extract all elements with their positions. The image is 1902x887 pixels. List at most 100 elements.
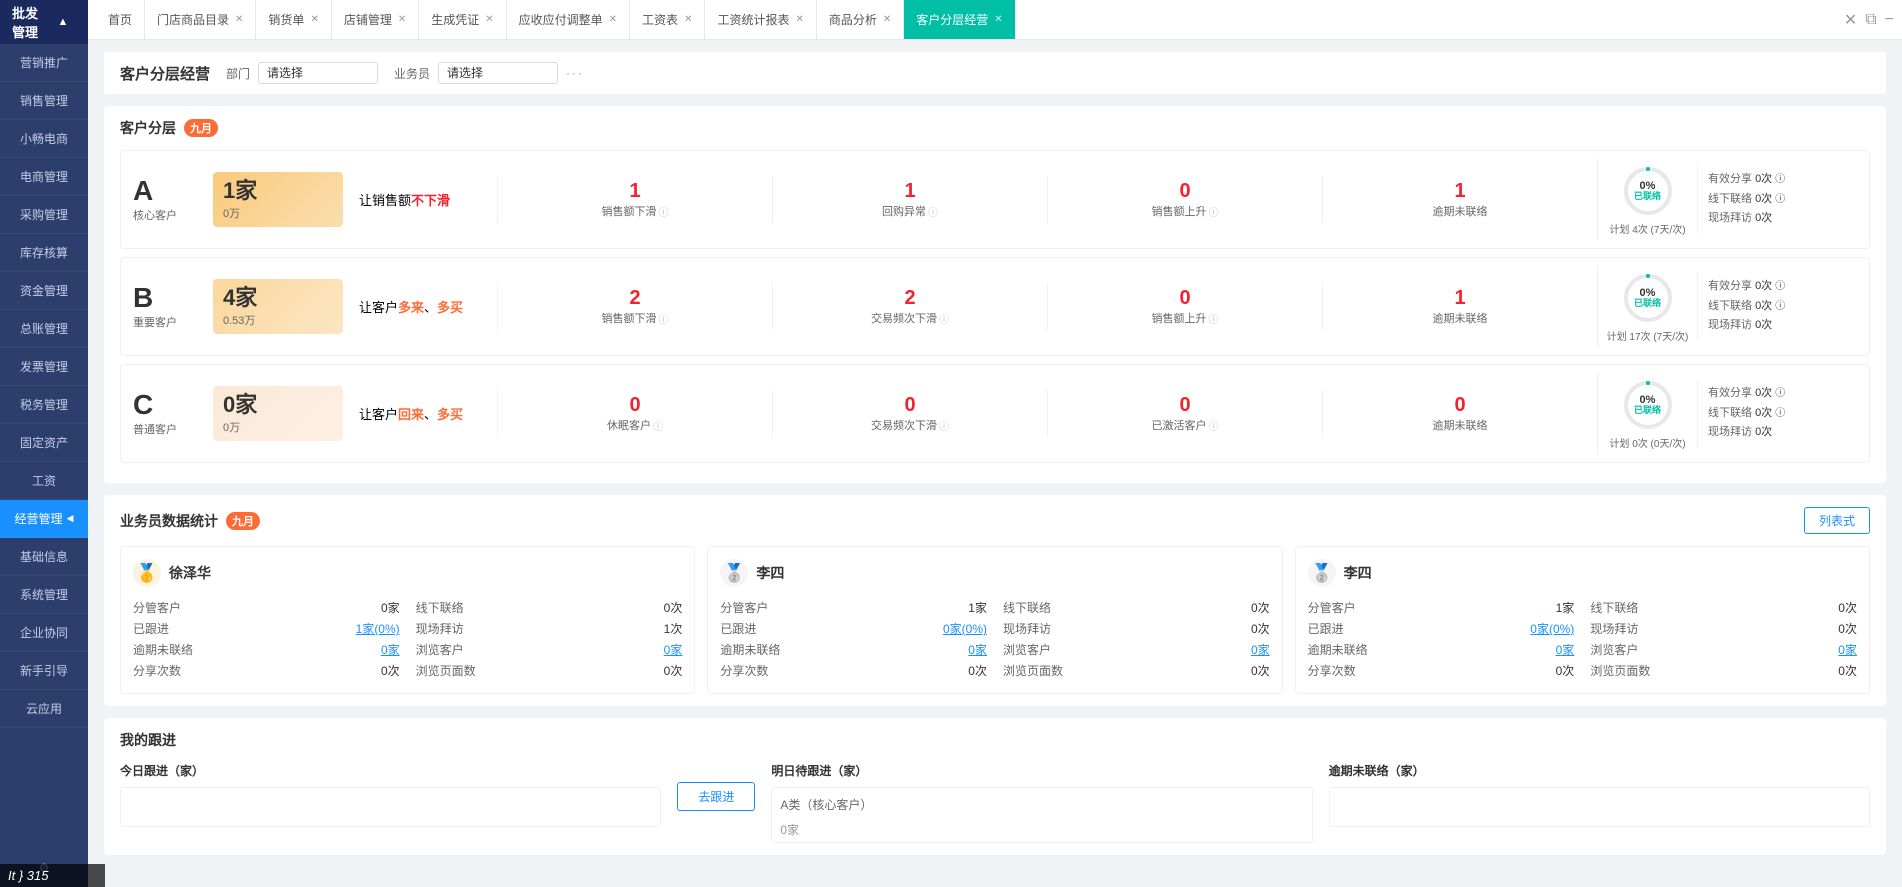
info-icon[interactable]: ⓘ [1209,204,1219,219]
tier-A-stat-0[interactable]: 1 销售额下滑 ⓘ [497,176,772,223]
sidebar-item-zijin[interactable]: 资金管理 [0,272,88,310]
tier-C-stat-2[interactable]: 0 已激活客户 ⓘ [1047,390,1322,437]
info-icon[interactable]: ⓘ [1775,408,1785,419]
sidebar-item-caigou[interactable]: 采购管理 [0,196,88,234]
tab-close-icon[interactable]: ✕ [994,14,1002,25]
sidebar-logo[interactable]: 批发管理 ▲ [0,0,88,44]
tier-B-stat-2[interactable]: 0 销售额上升 ⓘ [1047,283,1322,330]
tier-B-stat-1[interactable]: 2 交易频次下滑 ⓘ [772,283,1047,330]
sidebar-item-label: 销售管理 [20,94,68,108]
info-icon[interactable]: ⓘ [659,204,669,219]
tab-payable[interactable]: 应收应付调整单 ✕ [507,0,630,40]
sidebar-item-jingying[interactable]: 经营管理 ◀ [0,500,88,538]
tab-close-icon[interactable]: ✕ [235,14,243,25]
medal-silver-icon: 🥈 [1308,559,1336,587]
tier-A-stat-2[interactable]: 0 销售额上升 ⓘ [1047,176,1322,223]
stat-val-link[interactable]: 0家 [381,641,400,658]
more-filters-icon[interactable]: ··· [566,66,584,80]
sidebar-item-kucun[interactable]: 库存核算 [0,234,88,272]
A-tier-label: A类（核心客户） [772,788,1311,821]
tab-close-icon[interactable]: ✕ [795,14,803,25]
tier-B-count-box[interactable]: 4家 0.53万 [213,279,343,333]
tab-close-icon[interactable]: ✕ [310,14,318,25]
dept-select[interactable]: 请选择 [258,62,378,84]
tab-salary[interactable]: 工资表 ✕ [630,0,705,40]
biz-grid: 🥇 徐泽华 分管客户 0家 已跟进 1家(0%) [120,546,1870,694]
stat-label: 销售额下滑 ⓘ [506,203,764,219]
restore-window-icon[interactable]: ⧉ [1865,11,1876,29]
list-view-button[interactable]: 列表式 [1804,507,1870,534]
stat-val-link[interactable]: 0家 [1838,641,1857,658]
tab-label: 生成凭证 [431,11,479,28]
biz-stat-row: 已跟进 0家(0%) [720,618,987,639]
sidebar-item-xinshou[interactable]: 新手引导 [0,652,88,690]
sidebar-item-zongle[interactable]: 总账管理 [0,310,88,348]
info-icon[interactable]: ⓘ [1775,301,1785,312]
tier-C-stat-3[interactable]: 0 逾期未联络 [1322,390,1597,437]
tab-close-icon[interactable]: ✕ [398,14,406,25]
biz-stat-row: 线下联络 0次 [1590,597,1857,618]
info-icon[interactable]: ⓘ [939,311,949,326]
tab-close-icon[interactable]: ✕ [609,14,617,25]
info-icon[interactable]: ⓘ [928,204,938,219]
stat-val-link[interactable]: 0家 [1556,641,1575,658]
sidebar-item-jichu[interactable]: 基础信息 [0,538,88,576]
tier-C-stat-0[interactable]: 0 休眠客户 ⓘ [497,390,772,437]
sidebar-item-qiye[interactable]: 企业协同 [0,614,88,652]
info-icon[interactable]: ⓘ [939,418,949,433]
tab-close-icon[interactable]: ✕ [485,14,493,25]
tab-voucher[interactable]: 生成凭证 ✕ [419,0,506,40]
info-icon[interactable]: ⓘ [653,418,663,433]
tier-B-stat-0[interactable]: 2 销售额下滑 ⓘ [497,283,772,330]
tier-A-stat-3[interactable]: 1 逾期未联络 [1322,176,1597,223]
stat-num: 0 [1331,394,1589,417]
stat-val-link[interactable]: 0家 [664,641,683,658]
stat-val-link[interactable]: 1家(0%) [356,620,400,637]
info-icon[interactable]: ⓘ [1775,388,1785,399]
tab-goods[interactable]: 门店商品目录 ✕ [145,0,256,40]
tab-salaryreport[interactable]: 工资统计报表 ✕ [705,0,816,40]
tab-close-icon[interactable]: ✕ [883,14,891,25]
tab-analysis[interactable]: 商品分析 ✕ [817,0,904,40]
close-window-icon[interactable]: ✕ [1844,10,1857,30]
stat-val-link[interactable]: 0家(0%) [943,620,987,637]
tier-C-count-box[interactable]: 0家 0万 [213,386,343,440]
sidebar-item-fapiao[interactable]: 发票管理 [0,348,88,386]
stat-val-link[interactable]: 0家(0%) [1530,620,1574,637]
sales-select[interactable]: 请选择 [438,62,558,84]
sidebar-item-dianshang[interactable]: 电商管理 [0,158,88,196]
info-icon[interactable]: ⓘ [1775,194,1785,205]
info-icon[interactable]: ⓘ [659,311,669,326]
stat-val-link[interactable]: 0家 [968,641,987,658]
biz-section: 业务员数据统计 九月 列表式 🥇 徐泽华 分管客户 [104,495,1886,706]
sidebar-item-label: 库存核算 [20,246,68,260]
tier-A-count-box[interactable]: 1家 0万 [213,172,343,226]
sidebar-item-yingxiao[interactable]: 营销推广 [0,44,88,82]
info-icon[interactable]: ⓘ [1209,418,1219,433]
sidebar-item-guding[interactable]: 固定资产 [0,424,88,462]
stat-num: 0 [1056,394,1314,417]
stat-val-link[interactable]: 0家 [1251,641,1270,658]
minimize-window-icon[interactable]: − [1885,11,1894,29]
right-stat-row: 有效分享 0次 ⓘ [1708,170,1847,190]
goto-followup-button[interactable]: 去跟进 [677,782,755,811]
tier-C-stat-1[interactable]: 0 交易频次下滑 ⓘ [772,390,1047,437]
sidebar-item-gongzi[interactable]: 工资 [0,462,88,500]
sidebar-item-shuiwu[interactable]: 税务管理 [0,386,88,424]
sidebar-item-xiaoshou[interactable]: 销售管理 [0,82,88,120]
tab-store[interactable]: 店铺管理 ✕ [332,0,419,40]
sidebar-item-xiaodian[interactable]: 小畅电商 [0,120,88,158]
info-icon[interactable]: ⓘ [1775,281,1785,292]
tab-customer[interactable]: 客户分层经营 ✕ [904,0,1015,40]
info-icon[interactable]: ⓘ [1209,311,1219,326]
info-icon[interactable]: ⓘ [1775,174,1785,185]
sidebar-item-yun[interactable]: 云应用 [0,690,88,728]
tier-A-stat-1[interactable]: 1 回购异常 ⓘ [772,176,1047,223]
tab-sales[interactable]: 销货单 ✕ [256,0,331,40]
stat-label: 回购异常 ⓘ [781,203,1039,219]
tab-home[interactable]: 首页 [96,0,145,40]
tier-B-stat-3[interactable]: 1 逾期未联络 [1322,283,1597,330]
medal-silver-icon: 🥈 [720,559,748,587]
tab-close-icon[interactable]: ✕ [684,14,692,25]
sidebar-item-xitong[interactable]: 系统管理 [0,576,88,614]
